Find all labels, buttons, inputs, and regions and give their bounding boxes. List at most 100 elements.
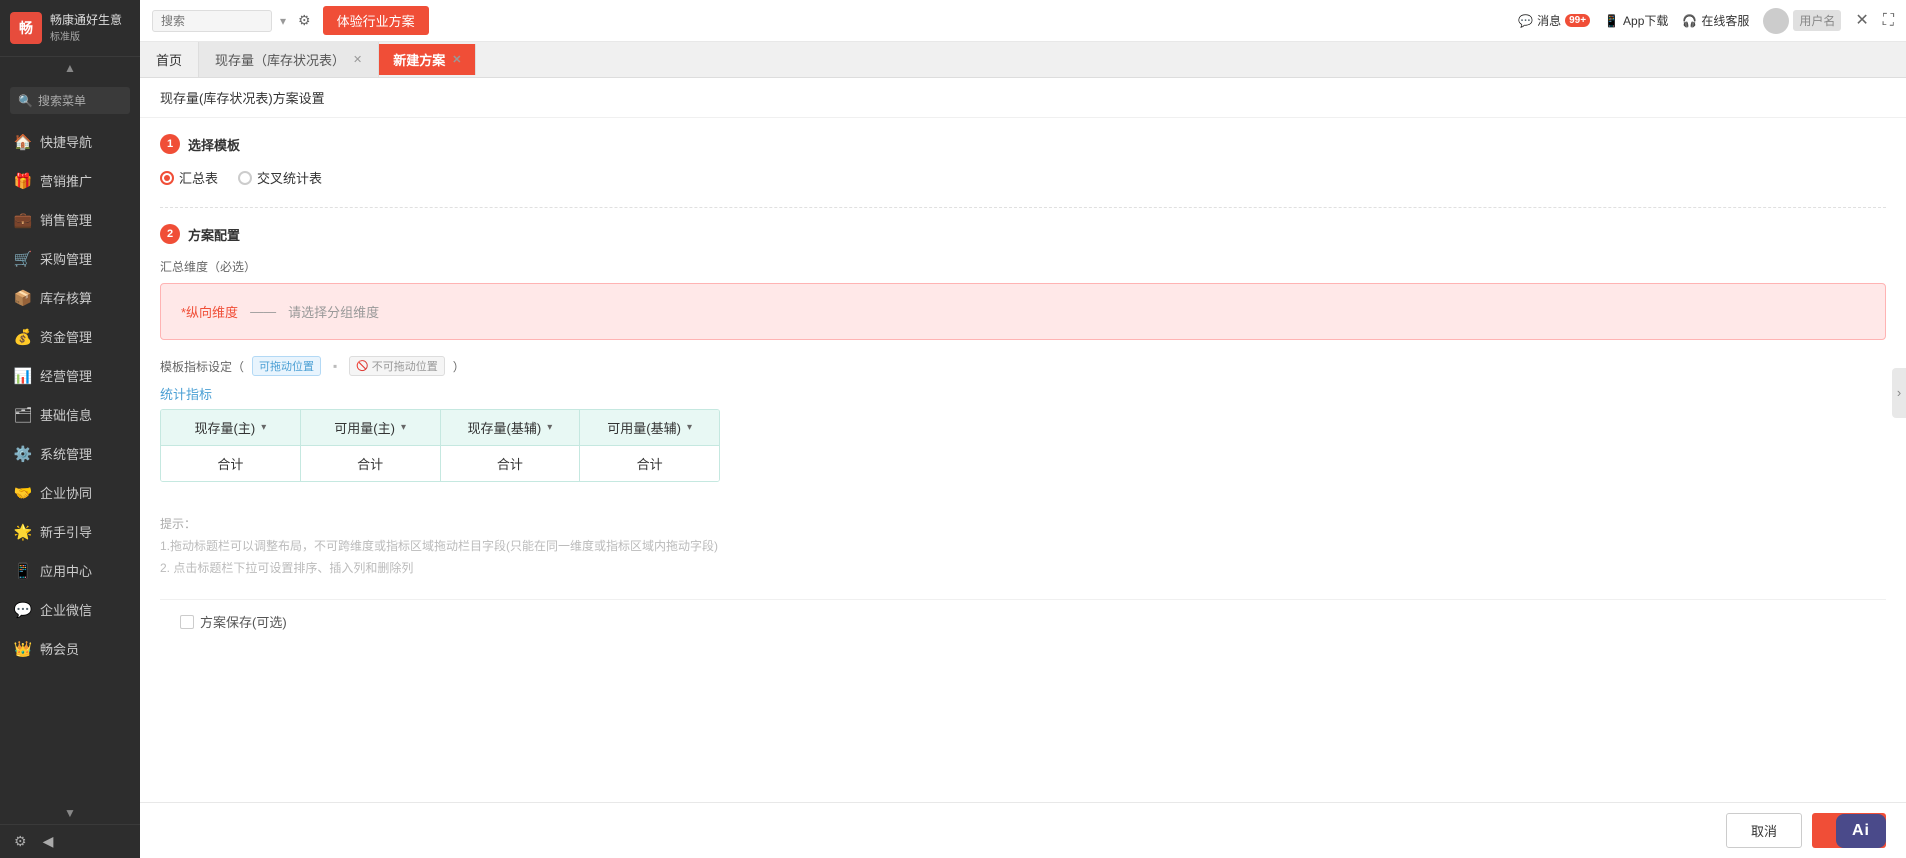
content-area: 现存量(库存状况表)方案设置 1 选择模板 汇总表 交叉统计表: [140, 78, 1906, 802]
trial-btn[interactable]: 体验行业方案: [323, 6, 429, 35]
radio-summary-btn[interactable]: [160, 171, 174, 185]
settings-footer-icon[interactable]: ⚙: [14, 833, 27, 850]
dimension-box: *纵向维度 —— 请选择分组维度: [160, 283, 1886, 340]
radio-cross-btn[interactable]: [238, 171, 252, 185]
app-download-btn[interactable]: 📱 App下载: [1604, 12, 1668, 29]
close-window-btn[interactable]: ✕: [1855, 13, 1868, 29]
sidebar-item-quick-nav[interactable]: 🏠 快捷导航: [0, 122, 140, 161]
sidebar-item-label: 基础信息: [40, 405, 92, 424]
stats-col-2: 可用量(主) ▾ 合计: [301, 410, 441, 481]
sidebar-item-base[interactable]: 🗂 基础信息: [0, 395, 140, 434]
no-drag-icon: 🚫: [356, 361, 368, 372]
expand-window-btn[interactable]: ⛶: [1883, 13, 1894, 29]
cancel-button[interactable]: 取消: [1726, 813, 1802, 848]
sidebar-item-sales[interactable]: 💼 销售管理: [0, 200, 140, 239]
system-icon: ⚙️: [14, 445, 32, 463]
radio-cross[interactable]: 交叉统计表: [238, 168, 322, 187]
online-service-btn[interactable]: 🎧 在线客服: [1682, 12, 1749, 29]
stats-col-1-body: 合计: [161, 446, 300, 481]
step2-section: 2 方案配置 汇总维度（必选） *纵向维度 —— 请选择分组维度 模板指标设定（: [160, 224, 1886, 579]
tab-inventory-status[interactable]: 现存量（库存状况表） ✕: [199, 42, 379, 77]
stats-col-2-body: 合计: [301, 446, 440, 481]
chevron-down-icon-3[interactable]: ▾: [547, 422, 552, 433]
step2-title: 方案配置: [188, 225, 240, 244]
breadcrumb-input[interactable]: [152, 10, 272, 32]
indicator-separator: ▪: [333, 359, 337, 373]
app-center-icon: 📱: [14, 562, 32, 580]
sidebar-item-wechat[interactable]: 💬 企业微信: [0, 590, 140, 629]
stats-col-2-header[interactable]: 可用量(主) ▾: [301, 410, 440, 446]
collapse-footer-icon[interactable]: ◀: [43, 833, 54, 850]
tab-inventory-close-icon[interactable]: ✕: [353, 53, 362, 66]
chevron-down-icon-2[interactable]: ▾: [401, 422, 406, 433]
indicator-label-row: 模板指标设定（ 可拖动位置 ▪ 🚫 不可拖动位置 ）: [160, 356, 1886, 376]
step1-header: 1 选择模板: [160, 134, 1886, 154]
main-area: ▾ ⚙ 体验行业方案 💬 消息 99+ 📱 App下载 🎧 在线客服 用户名 ✕: [140, 0, 1906, 858]
dimension-dashes: ——: [250, 304, 276, 319]
sidebar-item-label: 企业协同: [40, 483, 92, 502]
dropdown-arrow-icon[interactable]: ▾: [280, 14, 286, 28]
sidebar-item-system[interactable]: ⚙️ 系统管理: [0, 434, 140, 473]
sidebar-item-finance[interactable]: 💰 资金管理: [0, 317, 140, 356]
tips-label: 提示：: [160, 515, 1886, 532]
step1-title: 选择模板: [188, 135, 240, 154]
sidebar-item-inventory[interactable]: 📦 库存核算: [0, 278, 140, 317]
chevron-down-icon-4[interactable]: ▾: [687, 422, 692, 433]
stats-col-2-value: 合计: [357, 454, 383, 473]
sidebar-item-label: 经营管理: [40, 366, 92, 385]
scroll-down-btn[interactable]: ▼: [0, 802, 140, 824]
user-name: 用户名: [1793, 10, 1841, 31]
sidebar-search[interactable]: 🔍 搜索菜单: [10, 87, 130, 114]
radio-summary-label: 汇总表: [179, 168, 218, 187]
sidebar-item-marketing[interactable]: 🎁 营销推广: [0, 161, 140, 200]
stats-col-3-body: 合计: [441, 446, 580, 481]
stats-col-3: 现存量(基辅) ▾ 合计: [441, 410, 581, 481]
sidebar-footer: ⚙ ◀: [0, 824, 140, 858]
inventory-icon: 📦: [14, 289, 32, 307]
stats-col-4-header[interactable]: 可用量(基辅) ▾: [580, 410, 719, 446]
member-icon: 👑: [14, 640, 32, 658]
tab-inventory-label: 现存量（库存状况表）: [215, 50, 345, 69]
sidebar-item-new-guide[interactable]: 🌟 新手引导: [0, 512, 140, 551]
dimension-placeholder[interactable]: 请选择分组维度: [288, 302, 379, 321]
template-options: 汇总表 交叉统计表: [160, 168, 1886, 187]
sidebar-item-member[interactable]: 👑 畅会员: [0, 629, 140, 668]
step2-content: 汇总维度（必选） *纵向维度 —— 请选择分组维度 模板指标设定（ 可拖动位置 …: [160, 258, 1886, 579]
indicator-settings-label: 模板指标设定（: [160, 358, 244, 375]
stats-table-section: 统计指标 现存量(主) ▾ 合计: [160, 384, 1886, 485]
step2-num: 2: [160, 224, 180, 244]
tab-new-plan-close-icon[interactable]: ✕: [452, 53, 461, 66]
operation-icon: 📊: [14, 367, 32, 385]
sidebar-item-operation[interactable]: 📊 经营管理: [0, 356, 140, 395]
sidebar-item-cooperation[interactable]: 🤝 企业协同: [0, 473, 140, 512]
stats-col-3-header[interactable]: 现存量(基辅) ▾: [441, 410, 580, 446]
stats-col-1-value: 合计: [217, 454, 243, 473]
messages-btn[interactable]: 💬 消息 99+: [1518, 12, 1590, 29]
tab-new-plan[interactable]: 新建方案 ✕: [379, 44, 476, 75]
ai-badge[interactable]: Ai: [1836, 814, 1886, 848]
gear-icon[interactable]: ⚙: [294, 8, 315, 33]
right-panel-btn[interactable]: ›: [1892, 368, 1906, 418]
save-checkbox[interactable]: [180, 615, 194, 629]
stats-table-title: 统计指标: [160, 384, 1886, 403]
scroll-up-btn[interactable]: ▲: [0, 57, 140, 79]
message-label: 消息: [1537, 12, 1561, 29]
tab-home[interactable]: 首页: [140, 42, 199, 77]
stats-col-4-value: 合计: [637, 454, 663, 473]
sidebar-menu: 🏠 快捷导航 🎁 营销推广 💼 销售管理 🛒 采购管理 📦 库存核算 💰 资金管…: [0, 122, 140, 802]
purchase-icon: 🛒: [14, 250, 32, 268]
sidebar-item-purchase[interactable]: 🛒 采购管理: [0, 239, 140, 278]
stats-col-1-header[interactable]: 现存量(主) ▾: [161, 410, 300, 446]
sidebar-item-label: 新手引导: [40, 522, 92, 541]
sidebar-item-label: 库存核算: [40, 288, 92, 307]
sidebar-item-app-center[interactable]: 📱 应用中心: [0, 551, 140, 590]
search-label: 搜索菜单: [38, 92, 86, 109]
user-menu[interactable]: 用户名: [1763, 8, 1841, 34]
logo-icon: 畅: [10, 12, 42, 44]
logo-text: 畅康通好生意 标准版: [50, 13, 122, 44]
sidebar-item-label: 应用中心: [40, 561, 92, 580]
radio-summary[interactable]: 汇总表: [160, 168, 218, 187]
stats-col-4: 可用量(基辅) ▾ 合计: [580, 410, 719, 481]
save-option: 方案保存(可选): [160, 599, 1886, 643]
chevron-down-icon-1[interactable]: ▾: [261, 422, 266, 433]
